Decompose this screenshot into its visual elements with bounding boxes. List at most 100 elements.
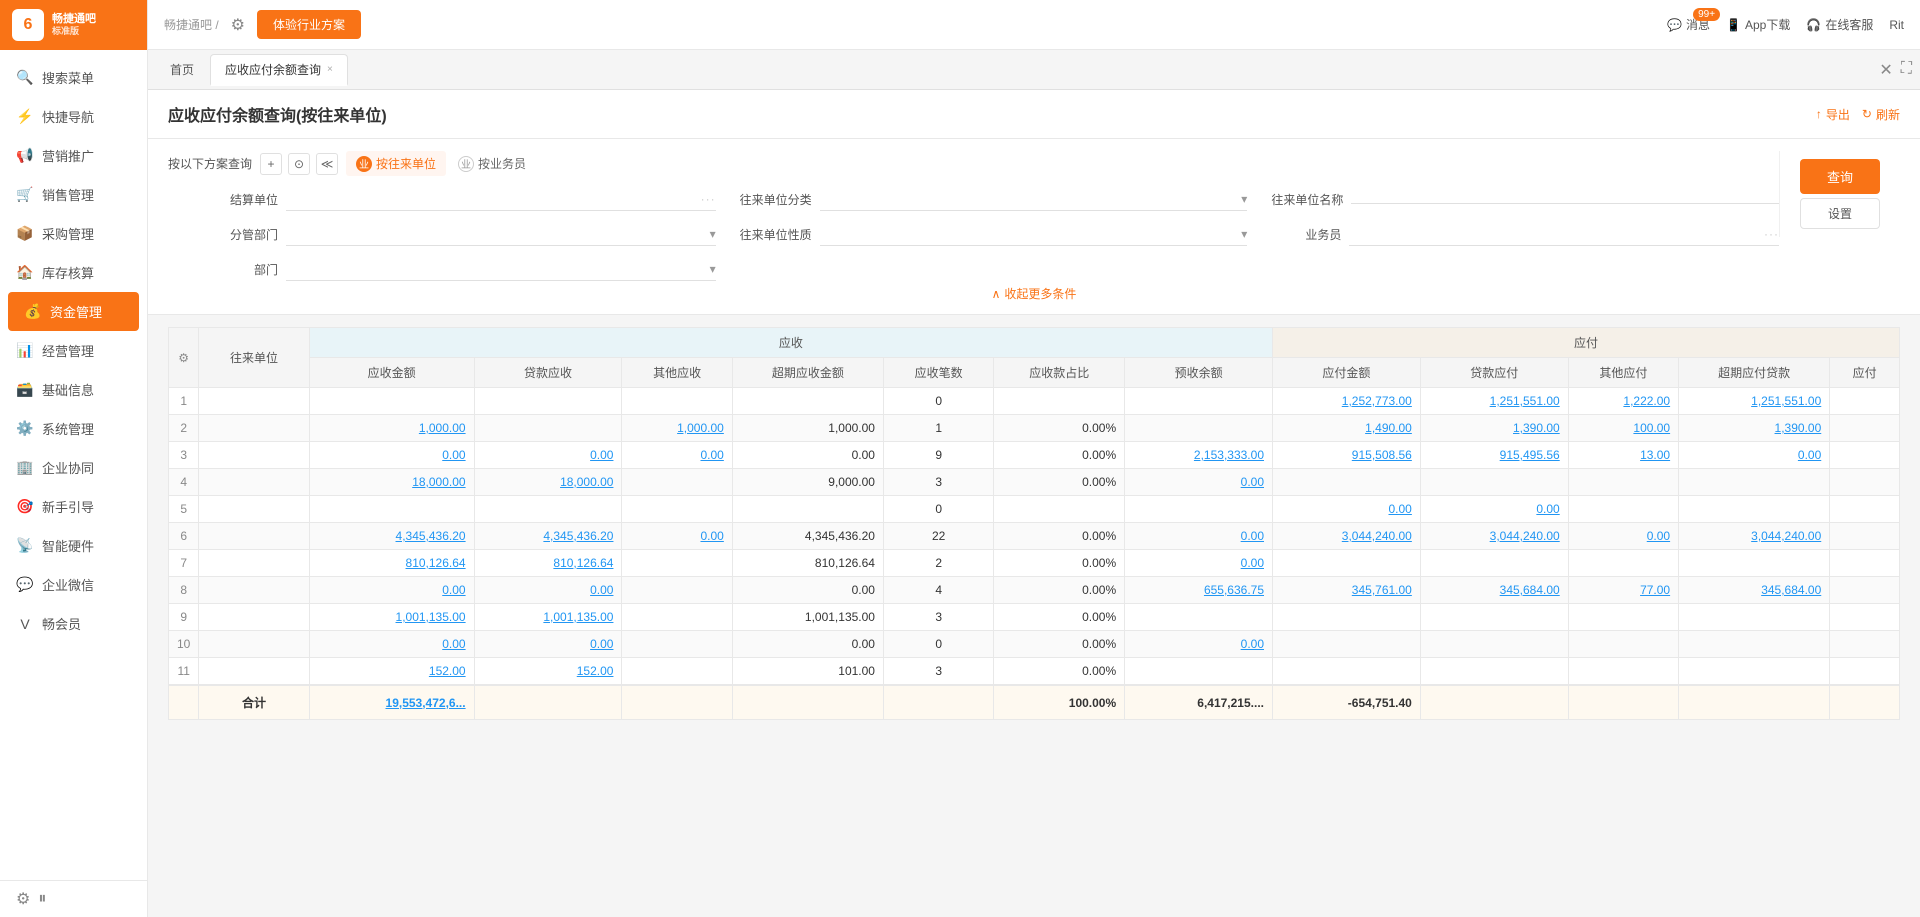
scheme-by-salesman[interactable]: 业 按业务员 (452, 151, 532, 176)
cell-value[interactable]: 18,000.00 (474, 469, 622, 496)
cell-value[interactable]: 915,508.56 (1273, 442, 1421, 469)
add-scheme-btn[interactable]: + (260, 153, 282, 175)
sidebar-item-quicknav[interactable]: ⚡快捷导航 (0, 97, 147, 136)
cell-value[interactable]: 810,126.64 (309, 550, 474, 577)
scheme-by-partner[interactable]: 业 按往来单位 (346, 151, 446, 176)
tab-ar-ap[interactable]: 应收应付余额查询 × (210, 54, 348, 86)
cell-value[interactable]: 152.00 (474, 658, 622, 686)
sidebar-item-hardware[interactable]: 📡智能硬件 (0, 526, 147, 565)
settings-icon[interactable]: ⚙ (16, 889, 30, 909)
cell-value[interactable]: 0.00 (622, 442, 732, 469)
cell-value[interactable]: 152.00 (309, 658, 474, 686)
salesman-label: 业务员 (1271, 226, 1341, 243)
cell-value[interactable]: 4,345,436.20 (309, 523, 474, 550)
cell-value[interactable]: 0.00 (1125, 550, 1273, 577)
cell-value[interactable]: 0.00 (309, 577, 474, 604)
sidebar-item-basic[interactable]: 🗃️基础信息 (0, 370, 147, 409)
cell-value[interactable]: 345,761.00 (1273, 577, 1421, 604)
cell-value[interactable]: 1,390.00 (1679, 415, 1830, 442)
cell-value[interactable]: 915,495.56 (1420, 442, 1568, 469)
cell-value[interactable]: 810,126.64 (474, 550, 622, 577)
cell-value[interactable]: 18,000.00 (309, 469, 474, 496)
sidebar-item-sales[interactable]: 🛒销售管理 (0, 175, 147, 214)
sidebar-item-inventory[interactable]: 🏠库存核算 (0, 253, 147, 292)
cell-value[interactable]: 0.00 (474, 577, 622, 604)
sidebar-item-guide[interactable]: 🎯新手引导 (0, 487, 147, 526)
cell-value[interactable]: 1,000.00 (622, 415, 732, 442)
promo-button[interactable]: 体验行业方案 (257, 10, 361, 39)
window-close-icon[interactable]: ✕ (1879, 60, 1892, 80)
cell-value[interactable]: 0.00 (474, 631, 622, 658)
cell-value[interactable]: 0.00 (622, 523, 732, 550)
cell-value[interactable]: 0.00 (1568, 523, 1678, 550)
cell-value[interactable]: 3,044,240.00 (1679, 523, 1830, 550)
online-service-action[interactable]: 🎧 在线客服 (1806, 16, 1873, 33)
footer-ar-amount[interactable]: 19,553,472,6... (309, 685, 474, 720)
cell-value[interactable]: 345,684.00 (1420, 577, 1568, 604)
cell-value[interactable]: 1,390.00 (1420, 415, 1568, 442)
cell-value[interactable]: 345,684.00 (1679, 577, 1830, 604)
sidebar-item-finance[interactable]: 💰资金管理 (8, 292, 139, 331)
cell-value[interactable]: 3,044,240.00 (1273, 523, 1421, 550)
salesman-input[interactable]: ··· (1349, 223, 1779, 246)
dept-input[interactable]: ▾ (286, 258, 716, 281)
field-partner-category: 往来单位分类 ▾ (740, 188, 1248, 211)
table-row: 7 810,126.64 810,126.64 810,126.64 2 0.0… (169, 550, 1900, 577)
cell-value[interactable]: 100.00 (1568, 415, 1678, 442)
edit-scheme-btn[interactable]: ⊙ (288, 153, 310, 175)
refresh-button[interactable]: ↻ 刷新 (1862, 106, 1900, 123)
cell-value[interactable]: 77.00 (1568, 577, 1678, 604)
cell-value[interactable]: 0.00 (309, 631, 474, 658)
cell-value[interactable]: 0.00 (1125, 631, 1273, 658)
cell-value[interactable]: 0.00 (1420, 496, 1568, 523)
app-download-action[interactable]: 📱 App下载 (1726, 16, 1790, 33)
operations-icon: 📊 (16, 342, 34, 360)
sidebar-item-member[interactable]: V畅会员 (0, 604, 147, 643)
cell-value[interactable]: 1,001,135.00 (309, 604, 474, 631)
tab-close-icon[interactable]: × (327, 64, 333, 75)
partner-name-input[interactable] (1351, 195, 1779, 204)
collapse-icon[interactable]: ⏸ (38, 890, 46, 908)
cell-value[interactable]: 1,252,773.00 (1273, 388, 1421, 415)
query-button[interactable]: 查询 (1800, 159, 1880, 194)
settlement-unit-input[interactable]: ··· (286, 188, 716, 211)
prev-scheme-btn[interactable]: ≪ (316, 153, 338, 175)
collapse-button[interactable]: ∧ 收起更多条件 (992, 285, 1077, 302)
cell-value[interactable]: 1,001,135.00 (474, 604, 622, 631)
cell-value[interactable]: 2,153,333.00 (1125, 442, 1273, 469)
cell-value[interactable]: 1,222.00 (1568, 388, 1678, 415)
sidebar-item-system[interactable]: ⚙️系统管理 (0, 409, 147, 448)
cell-value[interactable]: 13.00 (1568, 442, 1678, 469)
cell-value[interactable]: 655,636.75 (1125, 577, 1273, 604)
sidebar-item-operations[interactable]: 📊经营管理 (0, 331, 147, 370)
cell-value[interactable]: 0.00 (474, 442, 622, 469)
sidebar-item-wechat[interactable]: 💬企业微信 (0, 565, 147, 604)
topbar-gear-icon[interactable]: ⚙ (231, 15, 245, 35)
table-settings-icon[interactable]: ⚙ (169, 328, 199, 388)
cell-value[interactable]: 1,490.00 (1273, 415, 1421, 442)
cell-value[interactable]: 3,044,240.00 (1420, 523, 1568, 550)
sidebar-item-purchase[interactable]: 📦采购管理 (0, 214, 147, 253)
cell-value[interactable]: 0.00 (1125, 523, 1273, 550)
cell-value[interactable]: 0.00 (1273, 496, 1421, 523)
cell-value[interactable]: 1,251,551.00 (1420, 388, 1568, 415)
window-expand-icon[interactable]: ⛶ (1901, 60, 1912, 80)
sidebar-item-search[interactable]: 🔍搜索菜单 (0, 58, 147, 97)
cell-value[interactable]: 0.00 (309, 442, 474, 469)
dept-manager-input[interactable]: ▾ (286, 223, 716, 246)
cell-value[interactable]: 4,345,436.20 (474, 523, 622, 550)
cell-value[interactable]: 1,000.00 (309, 415, 474, 442)
cell-value[interactable]: 0.00 (1125, 469, 1273, 496)
table-wrapper[interactable]: ⚙ 往来单位 应收 应付 应收金额 贷款应收 其他应收 超期应收金额 应收笔数 … (168, 327, 1900, 720)
partner-category-input[interactable]: ▾ (820, 188, 1248, 211)
partner-nature-input[interactable]: ▾ (820, 223, 1248, 246)
message-action[interactable]: 💬 消息 99+ (1667, 16, 1710, 33)
cell-value[interactable]: 1,251,551.00 (1679, 388, 1830, 415)
setup-button[interactable]: 设置 (1800, 198, 1880, 229)
cell-value[interactable]: 0.00 (1679, 442, 1830, 469)
sidebar-item-enterprise[interactable]: 🏢企业协同 (0, 448, 147, 487)
tab-home[interactable]: 首页 (156, 55, 208, 84)
user-menu[interactable]: Rit (1889, 18, 1904, 32)
export-button[interactable]: ↑ 导出 (1816, 106, 1850, 123)
sidebar-item-marketing[interactable]: 📢营销推广 (0, 136, 147, 175)
